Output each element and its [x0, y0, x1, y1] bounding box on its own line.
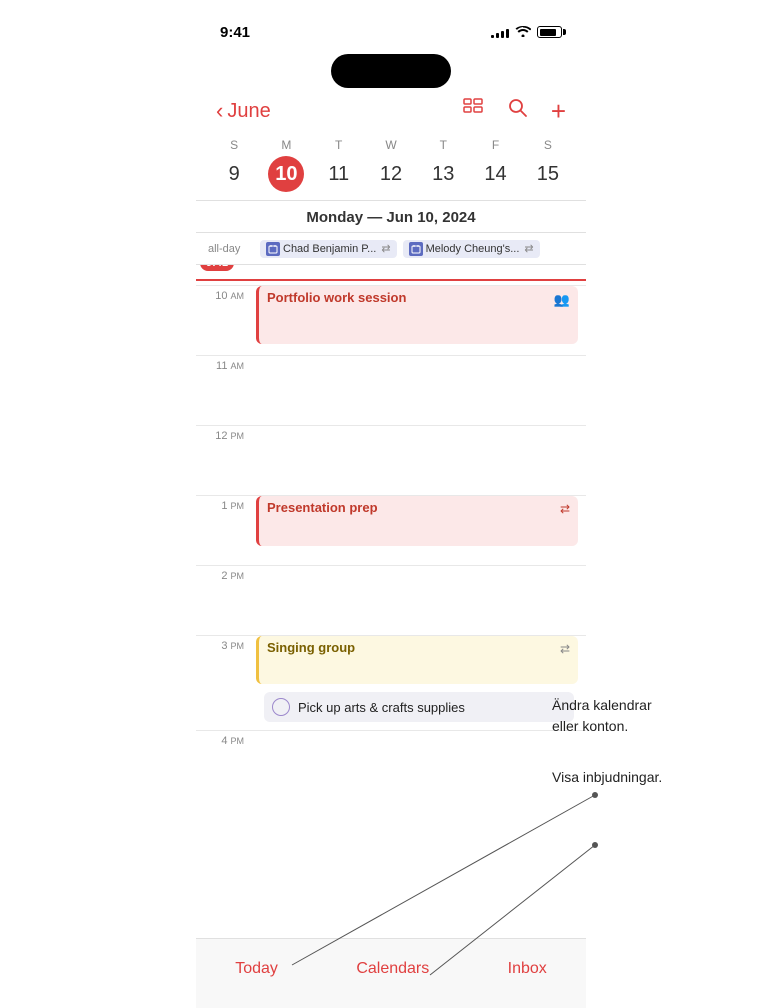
- time-label: 12 PM: [196, 426, 252, 495]
- grid-view-icon[interactable]: [461, 96, 485, 126]
- time-slot-11am: 11 AM: [196, 355, 586, 425]
- tab-calendars[interactable]: Calendars: [356, 960, 429, 978]
- portfolio-event[interactable]: Portfolio work session 👥: [256, 286, 578, 344]
- all-day-event-melody[interactable]: Melody Cheung's... ⇄: [403, 240, 540, 258]
- time-label: 2 PM: [196, 566, 252, 635]
- day-letter: S: [544, 138, 552, 152]
- header-actions: +: [461, 96, 566, 126]
- dynamic-island: [331, 54, 451, 88]
- tab-bar: Today Calendars Inbox: [196, 938, 586, 1008]
- add-event-icon[interactable]: +: [551, 98, 566, 124]
- day-letter: T: [335, 138, 342, 152]
- day-num: 14: [478, 156, 514, 192]
- back-arrow-icon: ‹: [216, 98, 223, 124]
- all-day-row: all-day Chad Benjamin P... ⇄ Melody Cheu…: [196, 233, 586, 265]
- day-col-tue[interactable]: T 11: [317, 138, 361, 192]
- signal-icon: [491, 26, 509, 38]
- time-content: Singing group ⇄ Pick up arts & crafts su…: [252, 636, 586, 730]
- time-content: [252, 566, 586, 635]
- sync-event-icon: ⇄: [560, 642, 570, 656]
- time-slot-12pm: 12 PM: [196, 425, 586, 495]
- day-num: 15: [530, 156, 566, 192]
- all-day-label: all-day: [208, 243, 252, 255]
- time-content: [252, 356, 586, 425]
- time-slot-3pm: 3 PM Singing group ⇄ Pick up arts & craf…: [196, 635, 586, 730]
- arts-crafts-task[interactable]: Pick up arts & crafts supplies: [264, 692, 574, 722]
- time-content: Portfolio work session 👥: [252, 286, 586, 355]
- tab-today[interactable]: Today: [235, 960, 278, 978]
- presentation-event-title: Presentation prep: [267, 500, 378, 515]
- day-letter: S: [230, 138, 238, 152]
- timeline: 9:41 10 AM Portfolio work session 👥 11 A…: [196, 265, 586, 745]
- day-num: 13: [425, 156, 461, 192]
- app-header: ‹ June +: [196, 88, 586, 134]
- sync-icon: ⇄: [381, 242, 390, 255]
- status-icons: [491, 25, 562, 40]
- month-title: June: [227, 100, 270, 123]
- arts-crafts-task-text: Pick up arts & crafts supplies: [298, 700, 465, 715]
- current-time-badge: 9:41: [200, 265, 234, 271]
- status-time: 9:41: [220, 24, 250, 41]
- day-num: 12: [373, 156, 409, 192]
- time-slot-4pm: 4 PM: [196, 730, 586, 745]
- day-col-sat[interactable]: S 15: [526, 138, 570, 192]
- day-col-mon[interactable]: M 10: [264, 138, 308, 192]
- date-header: Monday — Jun 10, 2024: [196, 200, 586, 233]
- calendars-annotation-text: Ändra kalendrareller konton.: [552, 697, 652, 734]
- day-num-today: 10: [268, 156, 304, 192]
- all-day-events: Chad Benjamin P... ⇄ Melody Cheung's... …: [260, 240, 574, 258]
- attendees-icon: 👥: [554, 292, 570, 308]
- wifi-icon: [515, 25, 531, 40]
- day-col-fri[interactable]: F 14: [474, 138, 518, 192]
- annotations-area: Ändra kalendrareller konton. Visa inbjud…: [552, 695, 752, 788]
- time-content: [252, 426, 586, 495]
- search-icon[interactable]: [507, 97, 529, 125]
- time-content: [252, 731, 586, 745]
- event-calendar-icon: [266, 242, 280, 256]
- time-label: 11 AM: [196, 356, 252, 425]
- calendars-annotation: Ändra kalendrareller konton.: [552, 695, 752, 737]
- tab-inbox[interactable]: Inbox: [508, 960, 547, 978]
- day-col-wed[interactable]: W 12: [369, 138, 413, 192]
- singing-event[interactable]: Singing group ⇄: [256, 636, 578, 684]
- battery-icon: [537, 26, 562, 38]
- chad-event-text: Chad Benjamin P...: [283, 243, 376, 255]
- phone-frame: 9:41 ‹ June: [196, 0, 586, 1008]
- time-slot-2pm: 2 PM: [196, 565, 586, 635]
- presentation-event[interactable]: Presentation prep ⇄: [256, 496, 578, 546]
- portfolio-event-title: Portfolio work session: [267, 290, 406, 305]
- singing-event-title: Singing group: [267, 640, 355, 655]
- week-strip: S 9 M 10 T 11 W 12 T 13 F 14 S 15: [196, 134, 586, 200]
- day-letter: M: [281, 138, 291, 152]
- day-num: 9: [216, 156, 252, 192]
- inbox-annotation: Visa inbjudningar.: [552, 767, 752, 788]
- day-num: 11: [321, 156, 357, 192]
- day-letter: T: [440, 138, 447, 152]
- time-slot-1pm: 1 PM Presentation prep ⇄: [196, 495, 586, 565]
- day-letter: F: [492, 138, 499, 152]
- current-time-marker: 9:41: [196, 265, 586, 285]
- current-time-line: [196, 279, 586, 281]
- inbox-annotation-text: Visa inbjudningar.: [552, 769, 662, 785]
- header-back[interactable]: ‹ June: [216, 98, 271, 124]
- time-slot-10am: 10 AM Portfolio work session 👥: [196, 285, 586, 355]
- time-label: 10 AM: [196, 286, 252, 355]
- time-label: 4 PM: [196, 731, 252, 745]
- task-circle-icon: [272, 698, 290, 716]
- sync-icon: ⇄: [524, 242, 533, 255]
- sync-event-icon: ⇄: [560, 502, 570, 516]
- day-col-thu[interactable]: T 13: [421, 138, 465, 192]
- day-col-sun[interactable]: S 9: [212, 138, 256, 192]
- time-label: 3 PM: [196, 636, 252, 730]
- time-content: Presentation prep ⇄: [252, 496, 586, 565]
- event-calendar-icon: [409, 242, 423, 256]
- time-label: 1 PM: [196, 496, 252, 565]
- all-day-event-chad[interactable]: Chad Benjamin P... ⇄: [260, 240, 397, 258]
- melody-event-text: Melody Cheung's...: [426, 243, 520, 255]
- day-letter: W: [385, 138, 396, 152]
- status-bar: 9:41: [196, 0, 586, 50]
